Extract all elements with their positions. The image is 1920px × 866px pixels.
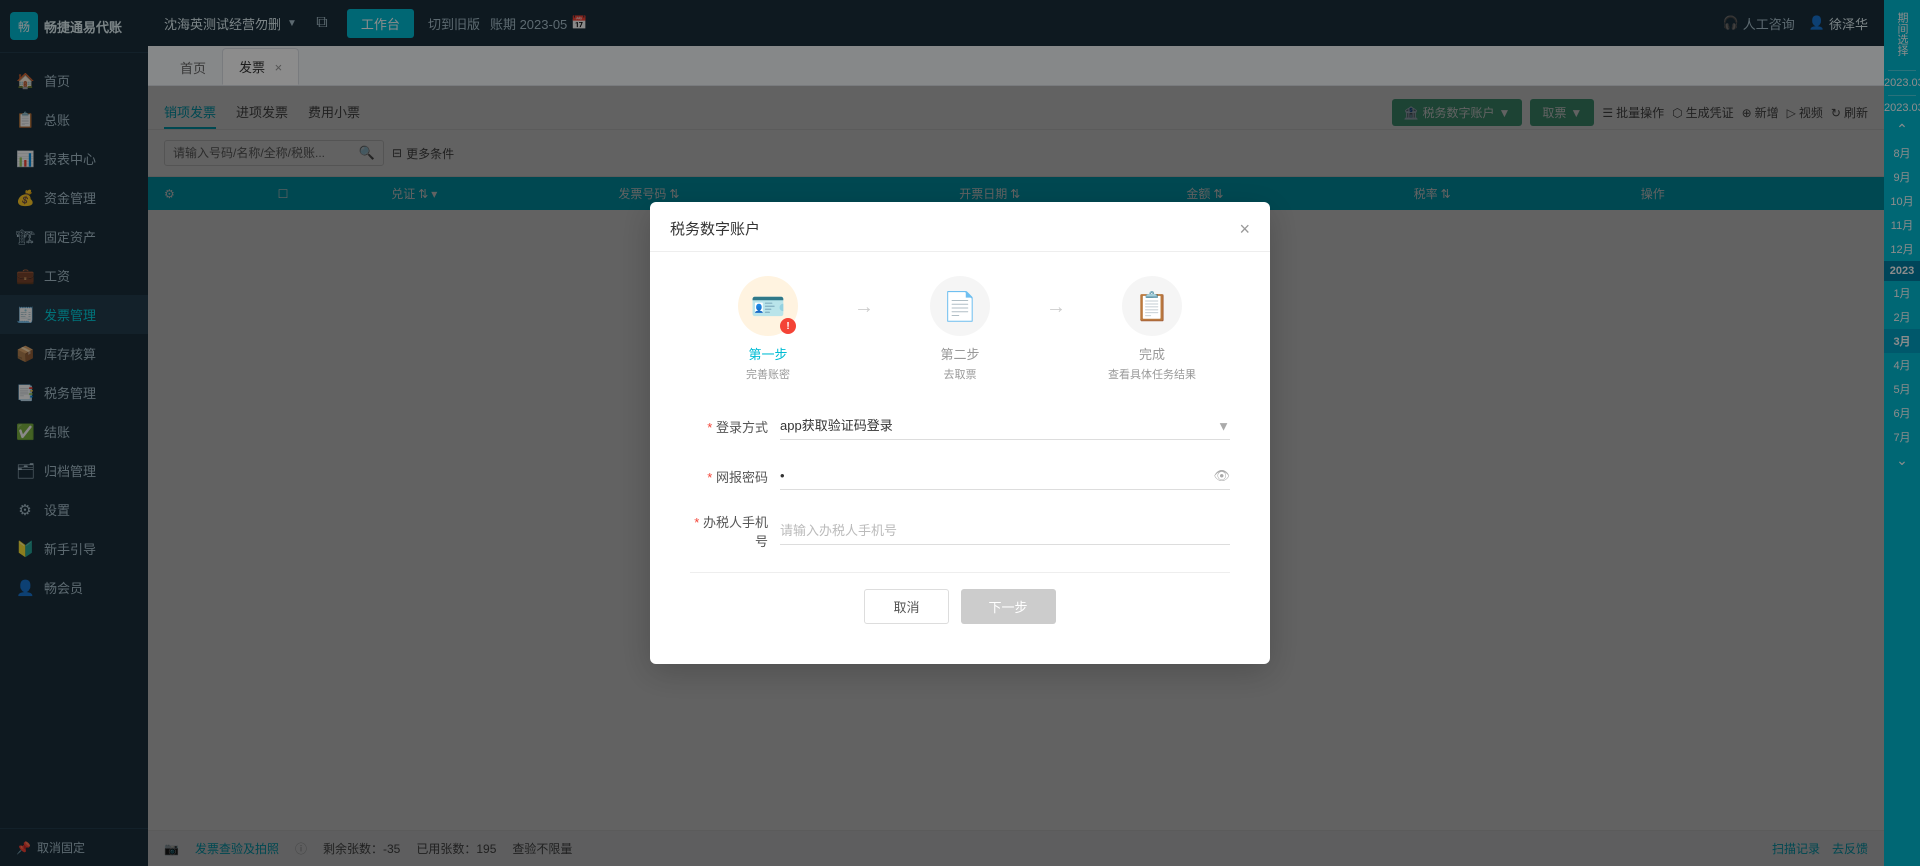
form-row-password: * 网报密码 👁 <box>690 462 1230 490</box>
step3-sub: 查看具体任务结果 <box>1108 366 1196 382</box>
steps-container: 🪪 ! 第一步 完善账密 → 📄 第二步 去取票 <box>690 276 1230 382</box>
required-mark: * <box>707 420 712 435</box>
modal-overlay: 税务数字账户 × 🪪 ! 第一步 完善账密 → <box>0 0 1920 866</box>
step-2: 📄 第二步 去取票 <box>882 276 1038 382</box>
form-row-phone: * 办税人手机号 <box>690 512 1230 550</box>
dialog-form: * 登录方式 app获取验证码登录 ▼ * 网报密码 <box>690 412 1230 550</box>
phone-control <box>780 517 1230 545</box>
password-input[interactable] <box>780 462 1230 490</box>
phone-label: * 办税人手机号 <box>690 512 780 550</box>
eye-icon[interactable]: 👁 <box>1213 468 1230 484</box>
dialog-footer: 取消 下一步 <box>690 572 1230 644</box>
step2-sub: 去取票 <box>944 366 977 382</box>
step-1: 🪪 ! 第一步 完善账密 <box>690 276 846 382</box>
step2-label: 第二步 <box>940 344 979 363</box>
step1-icon-wrap: 🪪 ! <box>738 276 798 336</box>
step3-label: 完成 <box>1139 344 1165 363</box>
step2-icon-wrap: 📄 <box>930 276 990 336</box>
dialog-header: 税务数字账户 × <box>650 202 1270 252</box>
step1-badge: ! <box>780 318 796 334</box>
dialog-close-button[interactable]: × <box>1239 220 1250 238</box>
form-row-login-method: * 登录方式 app获取验证码登录 ▼ <box>690 412 1230 440</box>
step-arrow-2: → <box>1046 276 1066 319</box>
dialog-body: 🪪 ! 第一步 完善账密 → 📄 第二步 去取票 <box>650 252 1270 664</box>
password-control: 👁 <box>780 462 1230 490</box>
step1-label: 第一步 <box>748 344 787 363</box>
dialog-title: 税务数字账户 <box>670 218 760 239</box>
next-button[interactable]: 下一步 <box>961 589 1056 624</box>
phone-input[interactable] <box>780 517 1230 545</box>
required-mark: * <box>694 515 699 530</box>
step2-icon: 📄 <box>943 290 978 323</box>
login-method-select[interactable]: app获取验证码登录 <box>780 412 1230 440</box>
step-arrow-1: → <box>854 276 874 319</box>
step-3: 📋 完成 查看具体任务结果 <box>1074 276 1230 382</box>
login-method-control: app获取验证码登录 ▼ <box>780 412 1230 440</box>
login-method-label: * 登录方式 <box>690 417 780 436</box>
required-mark: * <box>707 470 712 485</box>
tax-dialog: 税务数字账户 × 🪪 ! 第一步 完善账密 → <box>650 202 1270 664</box>
step3-icon: 📋 <box>1135 290 1170 323</box>
step1-sub: 完善账密 <box>746 366 790 382</box>
password-label: * 网报密码 <box>690 467 780 486</box>
step1-icon: 🪪 <box>751 290 786 323</box>
step3-icon-wrap: 📋 <box>1122 276 1182 336</box>
cancel-button[interactable]: 取消 <box>864 589 948 624</box>
